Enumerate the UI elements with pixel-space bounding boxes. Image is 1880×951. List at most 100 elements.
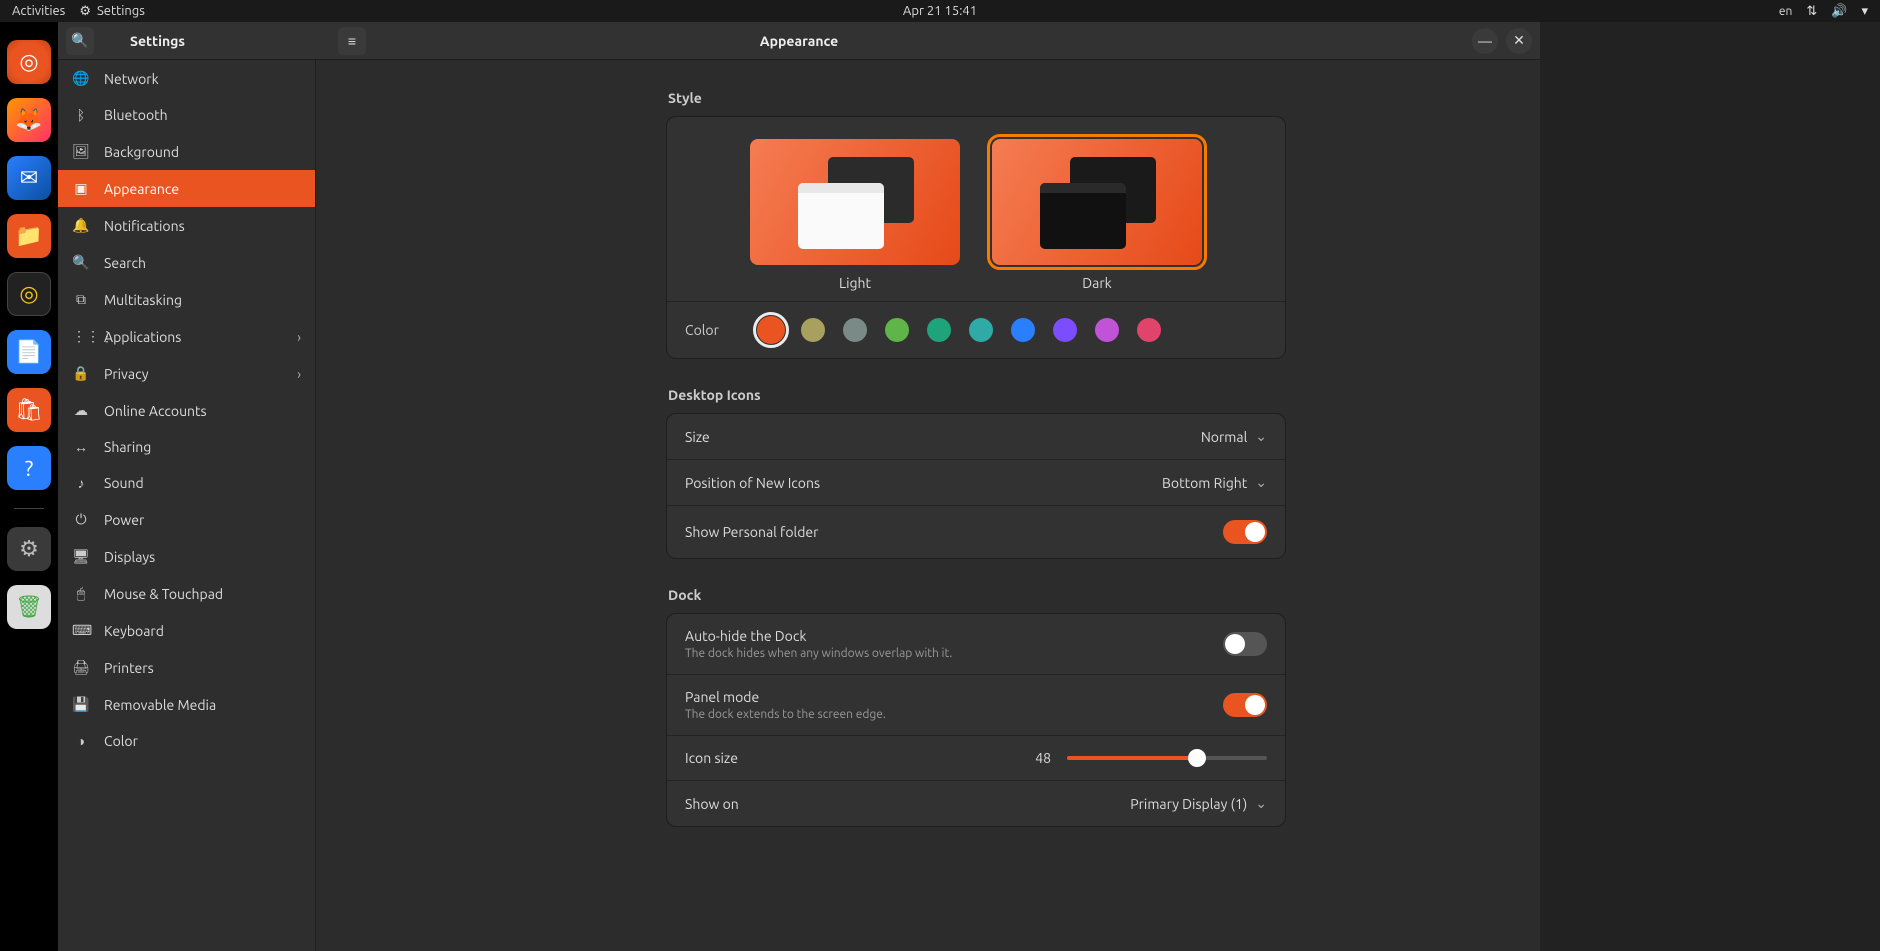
sidebar-item-appearance[interactable]: ▣ Appearance [58, 170, 315, 207]
sidebar-item-applications[interactable]: ⋮⋮⋮Applications› [58, 318, 315, 355]
settings-window: 🔍 Settings ≡ Appearance ― ✕ 🌐NetworkᛒBlu… [58, 22, 1540, 951]
sidebar-icon: ⋮⋮⋮ [72, 328, 90, 345]
color-swatch[interactable] [1137, 318, 1161, 342]
color-swatch[interactable] [1053, 318, 1077, 342]
panel-mode-toggle[interactable] [1223, 693, 1267, 717]
sidebar-item-multitasking[interactable]: ⧉Multitasking [58, 281, 315, 318]
sidebar-item-label: Appearance [104, 181, 179, 197]
show-on-label: Show on [685, 796, 739, 812]
sidebar-item-keyboard[interactable]: ⌨Keyboard [58, 612, 315, 649]
sidebar-item-printers[interactable]: 🖨Printers [58, 649, 315, 686]
minimize-button[interactable]: ― [1472, 28, 1498, 54]
sidebar-icon: 🖨 [72, 659, 90, 676]
style-label-light: Light [839, 275, 871, 291]
section-title-desktop-icons: Desktop Icons [668, 387, 1286, 403]
color-swatch[interactable] [1011, 318, 1035, 342]
dock-settings[interactable]: ⚙ [7, 527, 51, 571]
sidebar-item-sharing[interactable]: ↔Sharing [58, 429, 315, 465]
row-new-icon-position: Position of New Icons Bottom Right ⌄ [667, 459, 1285, 505]
icon-size-label: Size [685, 429, 710, 445]
chevron-right-icon: › [297, 366, 301, 382]
sidebar-item-notifications[interactable]: 🔔Notifications [58, 207, 315, 244]
color-swatch[interactable] [1095, 318, 1119, 342]
sidebar-item-label: Color [104, 733, 138, 749]
activities-button[interactable]: Activities [12, 4, 65, 18]
sidebar-item-displays[interactable]: 🖥Displays [58, 538, 315, 575]
topbar-app[interactable]: ⚙ Settings [79, 4, 145, 19]
row-icon-size: Size Normal ⌄ [667, 414, 1285, 459]
sidebar-item-background[interactable]: 🖼Background [58, 133, 315, 170]
sidebar-item-color[interactable]: ◑Color [58, 723, 315, 759]
dock-thunderbird[interactable]: ✉ [7, 156, 51, 200]
dock-trash[interactable]: 🗑 [7, 585, 51, 629]
sidebar-icon: ⧉ [72, 291, 90, 308]
sidebar-item-bluetooth[interactable]: ᛒBluetooth [58, 97, 315, 133]
sidebar-item-search[interactable]: 🔍Search [58, 244, 315, 281]
color-swatch[interactable] [759, 318, 783, 342]
sidebar-item-online-accounts[interactable]: ☁ Online Accounts [58, 392, 315, 429]
power-menu-icon[interactable]: ▾ [1861, 4, 1868, 19]
hamburger-menu-button[interactable]: ≡ [338, 27, 366, 55]
sidebar-icon: 🖱 [72, 585, 90, 602]
dock-rhythmbox[interactable]: ◎ [7, 272, 51, 316]
sidebar-item-label: Power [104, 512, 144, 528]
chevron-down-icon: ⌄ [1255, 795, 1267, 812]
dock-software[interactable]: 🛍 [7, 388, 51, 432]
dock-separator [14, 508, 44, 509]
sidebar-item-privacy[interactable]: 🔒Privacy› [58, 355, 315, 392]
network-icon[interactable]: ⇅ [1806, 4, 1817, 19]
sidebar-item-network[interactable]: 🌐Network [58, 60, 315, 97]
color-swatch[interactable] [927, 318, 951, 342]
sidebar-icon: 🔒 [72, 365, 90, 382]
panel-mode-sub: The dock extends to the screen edge. [685, 708, 886, 721]
new-icon-position-dropdown[interactable]: Bottom Right ⌄ [1162, 474, 1267, 491]
dock-files[interactable]: 📁 [7, 214, 51, 258]
color-swatch[interactable] [801, 318, 825, 342]
dock-help[interactable]: ? [7, 446, 51, 490]
row-panel-mode: Panel mode The dock extends to the scree… [667, 674, 1285, 735]
style-option-light[interactable]: Light [750, 139, 960, 291]
dock-ubuntu-logo[interactable]: ◎ [7, 40, 51, 84]
search-button[interactable]: 🔍 [66, 27, 94, 55]
sidebar-item-label: Notifications [104, 218, 185, 234]
icon-size-dropdown[interactable]: Normal ⌄ [1201, 428, 1267, 445]
style-thumb-dark [992, 139, 1202, 265]
color-swatches [759, 318, 1161, 342]
clock[interactable]: Apr 21 15:41 [903, 4, 977, 18]
section-title-dock: Dock [668, 587, 1286, 603]
color-swatch[interactable] [843, 318, 867, 342]
dock-icon-size-slider[interactable] [1067, 756, 1267, 760]
sidebar-item-removable-media[interactable]: 💾Removable Media [58, 686, 315, 723]
close-button[interactable]: ✕ [1506, 28, 1532, 54]
personal-folder-label: Show Personal folder [685, 524, 818, 540]
style-option-dark[interactable]: Dark [992, 139, 1202, 291]
close-icon: ✕ [1513, 32, 1525, 49]
sidebar-icon: ⌨ [72, 622, 90, 639]
show-on-dropdown[interactable]: Primary Display (1) ⌄ [1130, 795, 1267, 812]
sidebar-icon: ♪ [72, 475, 90, 491]
sidebar-item-power[interactable]: ⏻Power [58, 501, 315, 538]
sidebar-icon: ▣ [72, 180, 90, 197]
sidebar-icon: 🖼 [72, 143, 90, 160]
dock-writer[interactable]: 📄 [7, 330, 51, 374]
sidebar-icon: 💾 [72, 696, 90, 713]
volume-icon[interactable]: 🔊 [1831, 4, 1847, 19]
color-swatch[interactable] [969, 318, 993, 342]
sidebar-item-label: Sound [104, 475, 144, 491]
sidebar-item-mouse-touchpad[interactable]: 🖱Mouse & Touchpad [58, 575, 315, 612]
dock-firefox[interactable]: 🦊 [7, 98, 51, 142]
personal-folder-toggle[interactable] [1223, 520, 1267, 544]
autohide-toggle[interactable] [1223, 632, 1267, 656]
window-title-center: Appearance [366, 33, 1232, 49]
language-indicator[interactable]: en [1779, 5, 1792, 18]
sidebar-item-sound[interactable]: ♪ Sound [58, 465, 315, 501]
sidebar-item-label: Online Accounts [104, 403, 207, 419]
menu-icon: ≡ [348, 33, 356, 49]
settings-content: Style Light Dark [316, 60, 1540, 951]
dock-icon-size-label: Icon size [685, 750, 738, 766]
color-swatch[interactable] [885, 318, 909, 342]
gear-icon: ⚙ [79, 4, 91, 19]
dock-icon-size-value: 48 [1021, 750, 1051, 766]
chevron-right-icon: › [297, 329, 301, 345]
sidebar-icon: ☁ [72, 402, 90, 419]
